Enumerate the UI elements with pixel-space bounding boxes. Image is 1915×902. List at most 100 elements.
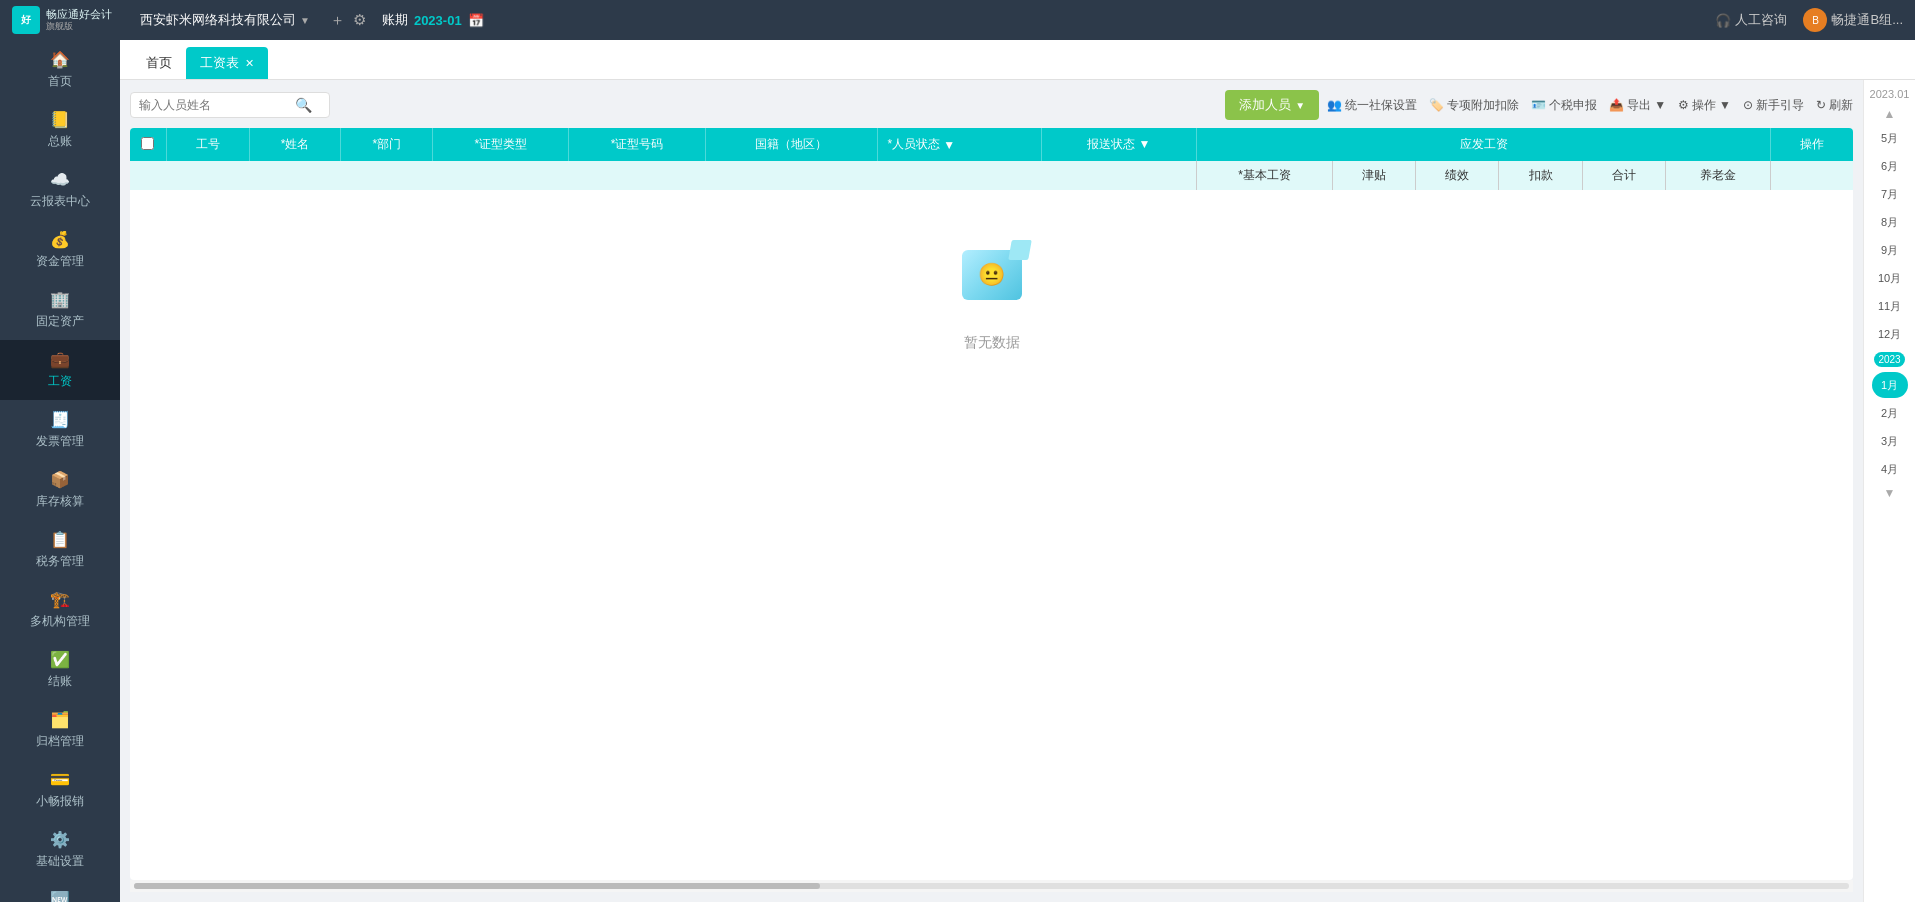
sidebar-item-home[interactable]: 🏠 首页 (0, 40, 120, 100)
th-base-salary: *基本工资 (1196, 161, 1332, 190)
empty-cube: 😐 (962, 250, 1022, 300)
timeline-month-6[interactable]: 6月 (1872, 153, 1908, 179)
sidebar-item-cloud[interactable]: ☁️ 云报表中心 (0, 160, 120, 220)
toolbar: 🔍 添加人员 ▼ 👥 统一社保设置 (130, 90, 1853, 120)
table-header-row1: 工号 *姓名 *部门 *证型类型 *证型号码 国籍（地区） *人员状态 ▼ (130, 128, 1853, 161)
timeline-month-9[interactable]: 9月 (1872, 237, 1908, 263)
report-filter-icon[interactable]: ▼ (1139, 137, 1151, 151)
timeline-month-8[interactable]: 8月 (1872, 209, 1908, 235)
sidebar-item-assets[interactable]: 🏢 固定资产 (0, 280, 120, 340)
th-salary-group: 应发工资 (1196, 128, 1770, 161)
main-panel: 🔍 添加人员 ▼ 👥 统一社保设置 (120, 80, 1863, 902)
sidebar-item-salary[interactable]: 💼 工资 (0, 340, 120, 400)
search-box: 🔍 (130, 92, 330, 118)
sidebar-item-invoice[interactable]: 🧾 发票管理 (0, 400, 120, 460)
timeline-month-5[interactable]: 5月 (1872, 125, 1908, 151)
guide-button[interactable]: ⊙ 新手引导 (1743, 97, 1804, 114)
th-cert-no: *证型号码 (569, 128, 705, 161)
search-icon[interactable]: 🔍 (295, 97, 312, 113)
company-selector[interactable]: 西安虾米网络科技有限公司 ▼ (132, 7, 318, 33)
timeline-month-4[interactable]: 4月 (1872, 456, 1908, 482)
sidebar-item-ledger[interactable]: 📒 总账 (0, 100, 120, 160)
th-report-status: 报送状态 ▼ (1042, 128, 1197, 161)
refresh-icon: ↻ (1816, 98, 1826, 112)
calendar-icon[interactable]: 📅 (468, 13, 484, 28)
guide-toolbar-icon: ⊙ (1743, 98, 1753, 112)
sidebar: 🏠 首页 📒 总账 ☁️ 云报表中心 💰 资金管理 🏢 固定资产 💼 工资 🧾 … (0, 40, 120, 902)
th-id: 工号 (166, 128, 249, 161)
invoice-icon: 🧾 (50, 410, 70, 429)
page-content: 🔍 添加人员 ▼ 👥 统一社保设置 (120, 80, 1863, 902)
select-all-checkbox[interactable] (141, 137, 154, 150)
th-dept: *部门 (341, 128, 433, 161)
timeline-month-3[interactable]: 3月 (1872, 428, 1908, 454)
content-with-timeline: 🔍 添加人员 ▼ 👥 统一社保设置 (120, 80, 1915, 902)
th-total: 合计 (1582, 161, 1665, 190)
tax-icon: 📋 (50, 530, 70, 549)
salary-icon: 💼 (50, 350, 70, 369)
funds-icon: 💰 (50, 230, 70, 249)
service-button[interactable]: 🎧 人工咨询 (1715, 11, 1787, 29)
timeline-month-2[interactable]: 2月 (1872, 400, 1908, 426)
inventory-icon: 📦 (50, 470, 70, 489)
search-input[interactable] (139, 98, 289, 112)
top-bar-actions: ＋ ⚙ (330, 11, 366, 30)
timeline-month-11[interactable]: 11月 (1872, 293, 1908, 319)
th-nationality: 国籍（地区） (705, 128, 877, 161)
avatar: B (1803, 8, 1827, 32)
sidebar-item-settings[interactable]: ⚙️ 基础设置 (0, 820, 120, 880)
empty-state: 😐 暂无数据 (130, 190, 1853, 412)
social-security-button[interactable]: 👥 统一社保设置 (1327, 97, 1417, 114)
sidebar-item-archive[interactable]: 🗂️ 归档管理 (0, 700, 120, 760)
checkout-icon: ✅ (50, 650, 70, 669)
archive-icon: 🗂️ (50, 710, 70, 729)
sidebar-item-tax[interactable]: 📋 税务管理 (0, 520, 120, 580)
settings-icon[interactable]: ⚙ (353, 11, 366, 29)
timeline-month-7[interactable]: 7月 (1872, 181, 1908, 207)
top-bar-right: 🎧 人工咨询 B 畅捷通B组... (1715, 8, 1903, 32)
salary-table: 工号 *姓名 *部门 *证型类型 *证型号码 国籍（地区） *人员状态 ▼ (130, 128, 1853, 880)
timeline-up-nav[interactable]: ▲ (1876, 104, 1904, 124)
sidebar-item-inventory[interactable]: 📦 库存核算 (0, 460, 120, 520)
scrollbar-thumb[interactable] (134, 883, 820, 889)
timeline-down-nav[interactable]: ▼ (1876, 483, 1904, 503)
scrollbar-track[interactable] (134, 883, 1849, 889)
add-person-button[interactable]: 添加人员 ▼ (1225, 90, 1319, 120)
sidebar-item-multi[interactable]: 🏗️ 多机构管理 (0, 580, 120, 640)
logo-text: 畅应通好会计 旗舰版 (46, 8, 112, 32)
app-logo: 好 畅应通好会计 旗舰版 (12, 6, 132, 34)
operation-button[interactable]: ⚙ 操作 ▼ (1678, 97, 1731, 114)
tab-home[interactable]: 首页 (132, 47, 186, 79)
add-company-icon[interactable]: ＋ (330, 11, 345, 30)
home-icon: 🏠 (50, 50, 70, 69)
deduction-button[interactable]: 🏷️ 专项附加扣除 (1429, 97, 1519, 114)
main-layout: 🏠 首页 📒 总账 ☁️ 云报表中心 💰 资金管理 🏢 固定资产 💼 工资 🧾 … (0, 40, 1915, 902)
export-button[interactable]: 📤 导出 ▼ (1609, 97, 1666, 114)
chevron-down-icon: ▼ (300, 15, 310, 26)
settings-sidebar-icon: ⚙️ (50, 830, 70, 849)
tabs-bar: 首页 工资表 ✕ (120, 40, 1915, 80)
timeline-month-1[interactable]: 1月 (1872, 372, 1908, 398)
refresh-button[interactable]: ↻ 刷新 (1816, 97, 1853, 114)
tax-button[interactable]: 🪪 个税申报 (1531, 97, 1597, 114)
sidebar-item-guide[interactable]: 🆕 新手引导 (0, 880, 120, 902)
sidebar-item-funds[interactable]: 💰 资金管理 (0, 220, 120, 280)
cloud-icon: ☁️ (50, 170, 70, 189)
toolbar-actions: 👥 统一社保设置 🏷️ 专项附加扣除 🪪 个税申报 (1327, 97, 1853, 114)
filter-icon[interactable]: ▼ (943, 138, 955, 152)
sidebar-item-expense[interactable]: 💳 小畅报销 (0, 760, 120, 820)
tab-salary-table[interactable]: 工资表 ✕ (186, 47, 268, 79)
current-period-label: 2023.01 (1870, 84, 1910, 104)
year-badge: 2023 (1874, 352, 1904, 367)
user-menu[interactable]: B 畅捷通B组... (1803, 8, 1903, 32)
operation-icon: ⚙ (1678, 98, 1689, 112)
th-spacer (130, 161, 1196, 190)
content-area: 首页 工资表 ✕ 🔍 (120, 40, 1915, 902)
empty-row: 😐 暂无数据 (130, 190, 1853, 412)
timeline-month-12[interactable]: 12月 (1872, 321, 1908, 347)
sidebar-item-checkout[interactable]: ✅ 结账 (0, 640, 120, 700)
empty-icon: 😐 (952, 250, 1032, 320)
timeline-month-10[interactable]: 10月 (1872, 265, 1908, 291)
th-pension: 养老金 (1665, 161, 1770, 190)
tab-close-icon[interactable]: ✕ (245, 57, 254, 70)
